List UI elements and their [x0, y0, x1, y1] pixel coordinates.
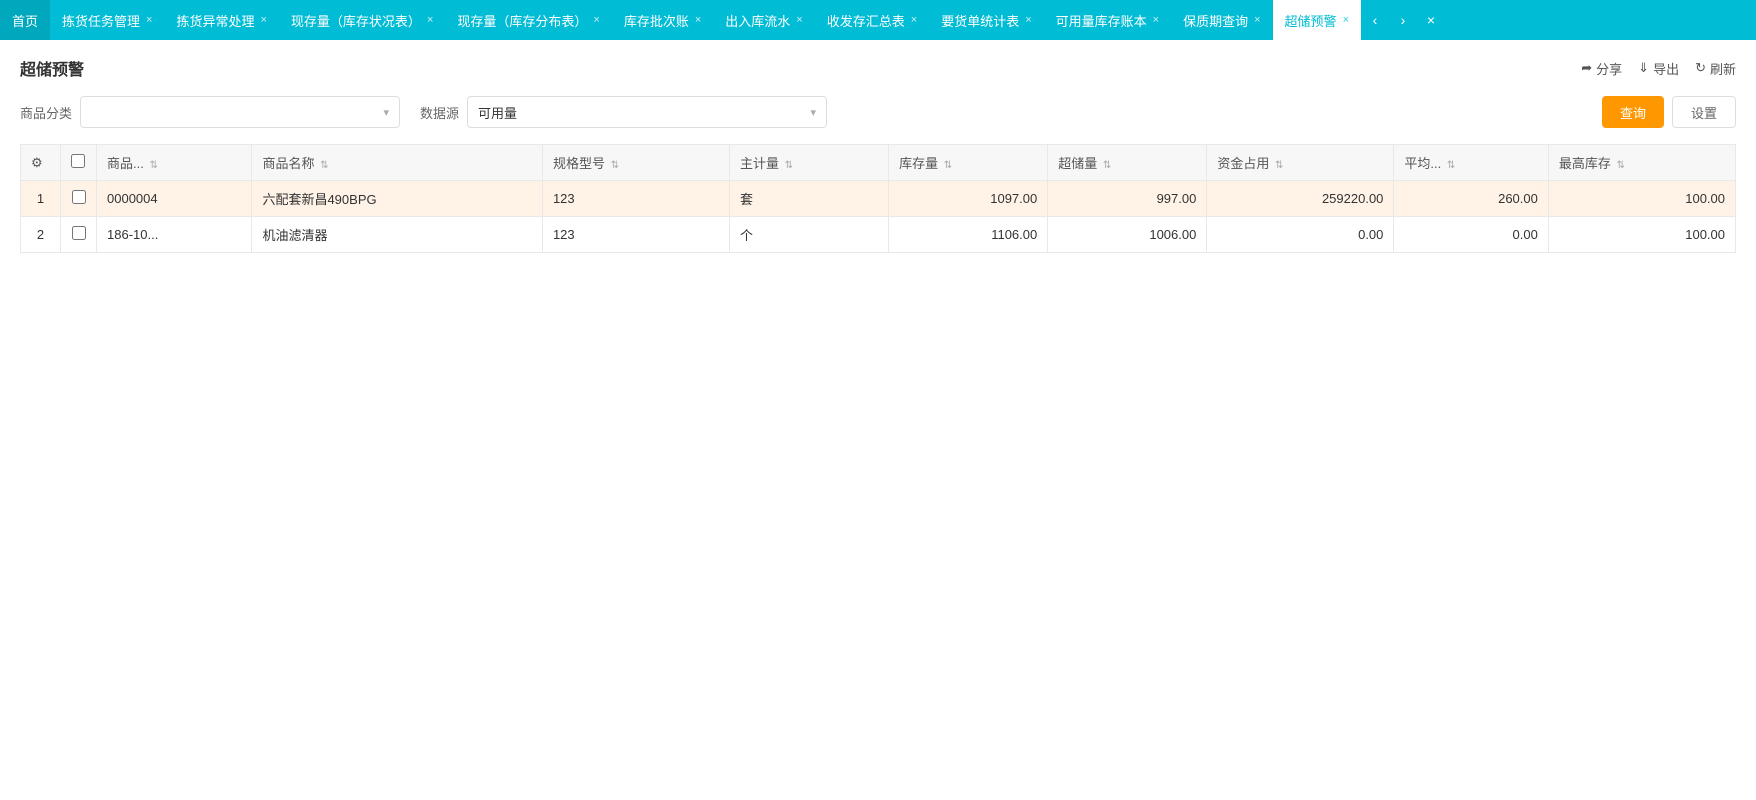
col-avg[interactable]: 平均... ⇅ [1394, 145, 1548, 181]
refresh-button[interactable]: ↻ 刷新 [1695, 59, 1736, 78]
table-header-row: ⚙ 商品... ⇅ 商品名称 ⇅ 规格型号 ⇅ 主计量 [21, 145, 1736, 181]
nav-item-6[interactable]: 出入库流水 × [713, 0, 814, 40]
datasource-filter: 数据源 可用量 ▾ [420, 96, 827, 128]
category-filter: 商品分类 ▾ [20, 96, 400, 128]
header-actions: ➦ 分享 ⇓ 导出 ↻ 刷新 [1581, 59, 1736, 78]
col-overstock[interactable]: 超储量 ⇅ [1048, 145, 1207, 181]
stock: 1106.00 [889, 217, 1048, 253]
col-capital[interactable]: 资金占用 ⇅ [1207, 145, 1394, 181]
nav-item-4[interactable]: 现存量（库存分布表） × [445, 0, 611, 40]
spec: 123 [542, 181, 729, 217]
sort-icon: ⇅ [1617, 160, 1625, 171]
sort-icon: ⇅ [1447, 160, 1455, 171]
close-icon[interactable]: × [146, 14, 152, 26]
product-name: 机油滤清器 [252, 217, 543, 253]
capital: 259220.00 [1207, 181, 1394, 217]
col-product-name[interactable]: 商品名称 ⇅ [252, 145, 543, 181]
sort-icon: ⇅ [320, 160, 328, 171]
sort-icon: ⇅ [1103, 160, 1111, 171]
category-label: 商品分类 [20, 103, 72, 122]
category-select[interactable]: ▾ [80, 96, 400, 128]
close-icon[interactable]: × [427, 14, 433, 26]
export-button[interactable]: ⇓ 导出 [1638, 59, 1679, 78]
close-icon[interactable]: × [593, 14, 599, 26]
nav-item-9[interactable]: 可用量库存账本 × [1044, 0, 1171, 40]
product-name: 六配套新昌490BPG [252, 181, 543, 217]
nav-close-arrow[interactable]: × [1417, 0, 1445, 40]
sort-icon: ⇅ [785, 160, 793, 171]
capital: 0.00 [1207, 217, 1394, 253]
settings-gear-header[interactable]: ⚙ [21, 145, 61, 181]
stock: 1097.00 [889, 181, 1048, 217]
nav-item-5[interactable]: 库存批次账 × [612, 0, 713, 40]
max-stock: 100.00 [1548, 181, 1735, 217]
row-checkbox-cell[interactable] [61, 217, 97, 253]
close-icon[interactable]: × [1025, 14, 1031, 26]
close-icon[interactable]: × [260, 14, 266, 26]
page-title: 超储预警 [20, 56, 84, 80]
sort-icon: ⇅ [1275, 160, 1283, 171]
overstock: 997.00 [1048, 181, 1207, 217]
export-icon: ⇓ [1638, 60, 1649, 76]
close-icon[interactable]: × [1254, 14, 1260, 26]
nav-item-11-active[interactable]: 超储预警 × [1273, 0, 1361, 40]
select-all-checkbox[interactable] [71, 154, 85, 168]
row-index: 2 [21, 217, 61, 253]
nav-item-home[interactable]: 首页 [0, 0, 50, 40]
datasource-label: 数据源 [420, 103, 459, 122]
avg: 260.00 [1394, 181, 1548, 217]
page-header: 超储预警 ➦ 分享 ⇓ 导出 ↻ 刷新 [20, 56, 1736, 80]
row-checkbox[interactable] [72, 190, 86, 204]
share-button[interactable]: ➦ 分享 [1581, 59, 1622, 78]
nav-item-7[interactable]: 收发存汇总表 × [815, 0, 929, 40]
table-row: 2 186-10... 机油滤清器 123 个 1106.00 1006.00 … [21, 217, 1736, 253]
data-table: ⚙ 商品... ⇅ 商品名称 ⇅ 规格型号 ⇅ 主计量 [20, 144, 1736, 253]
max-stock: 100.00 [1548, 217, 1735, 253]
nav-bar: 首页 拣货任务管理 × 拣货异常处理 × 现存量（库存状况表） × 现存量（库存… [0, 0, 1756, 40]
table-row: 1 0000004 六配套新昌490BPG 123 套 1097.00 997.… [21, 181, 1736, 217]
close-icon[interactable]: × [1153, 14, 1159, 26]
filter-actions: 查询 设置 [1602, 96, 1736, 128]
col-product-code[interactable]: 商品... ⇅ [97, 145, 252, 181]
nav-next-arrow[interactable]: › [1389, 0, 1417, 40]
query-button[interactable]: 查询 [1602, 96, 1664, 128]
select-all-header[interactable] [61, 145, 97, 181]
row-checkbox[interactable] [72, 226, 86, 240]
nav-item-1[interactable]: 拣货任务管理 × [50, 0, 164, 40]
close-icon[interactable]: × [796, 14, 802, 26]
nav-item-8[interactable]: 要货单统计表 × [929, 0, 1043, 40]
product-code: 0000004 [97, 181, 252, 217]
filter-row: 商品分类 ▾ 数据源 可用量 ▾ 查询 设置 [20, 96, 1736, 128]
row-index: 1 [21, 181, 61, 217]
col-spec[interactable]: 规格型号 ⇅ [542, 145, 729, 181]
chevron-down-icon: ▾ [811, 106, 817, 119]
nav-item-3[interactable]: 现存量（库存状况表） × [279, 0, 445, 40]
sort-icon: ⇅ [149, 160, 157, 171]
product-code: 186-10... [97, 217, 252, 253]
close-icon[interactable]: × [911, 14, 917, 26]
spec: 123 [542, 217, 729, 253]
close-icon[interactable]: × [695, 14, 701, 26]
share-icon: ➦ [1581, 60, 1592, 76]
overstock: 1006.00 [1048, 217, 1207, 253]
col-unit[interactable]: 主计量 ⇅ [730, 145, 889, 181]
col-max-stock[interactable]: 最高库存 ⇅ [1548, 145, 1735, 181]
datasource-select[interactable]: 可用量 ▾ [467, 96, 827, 128]
close-icon[interactable]: × [1343, 14, 1349, 26]
unit: 个 [730, 217, 889, 253]
settings-button[interactable]: 设置 [1672, 96, 1736, 128]
nav-item-2[interactable]: 拣货异常处理 × [164, 0, 278, 40]
chevron-down-icon: ▾ [383, 106, 389, 119]
unit: 套 [730, 181, 889, 217]
nav-item-10[interactable]: 保质期查询 × [1171, 0, 1272, 40]
sort-icon: ⇅ [944, 160, 952, 171]
sort-icon: ⇅ [611, 160, 619, 171]
nav-prev-arrow[interactable]: ‹ [1361, 0, 1389, 40]
row-checkbox-cell[interactable] [61, 181, 97, 217]
gear-icon: ⚙ [31, 155, 43, 170]
page-content: 超储预警 ➦ 分享 ⇓ 导出 ↻ 刷新 商品分类 ▾ 数据源 [0, 40, 1756, 800]
col-stock[interactable]: 库存量 ⇅ [889, 145, 1048, 181]
avg: 0.00 [1394, 217, 1548, 253]
refresh-icon: ↻ [1695, 60, 1706, 76]
